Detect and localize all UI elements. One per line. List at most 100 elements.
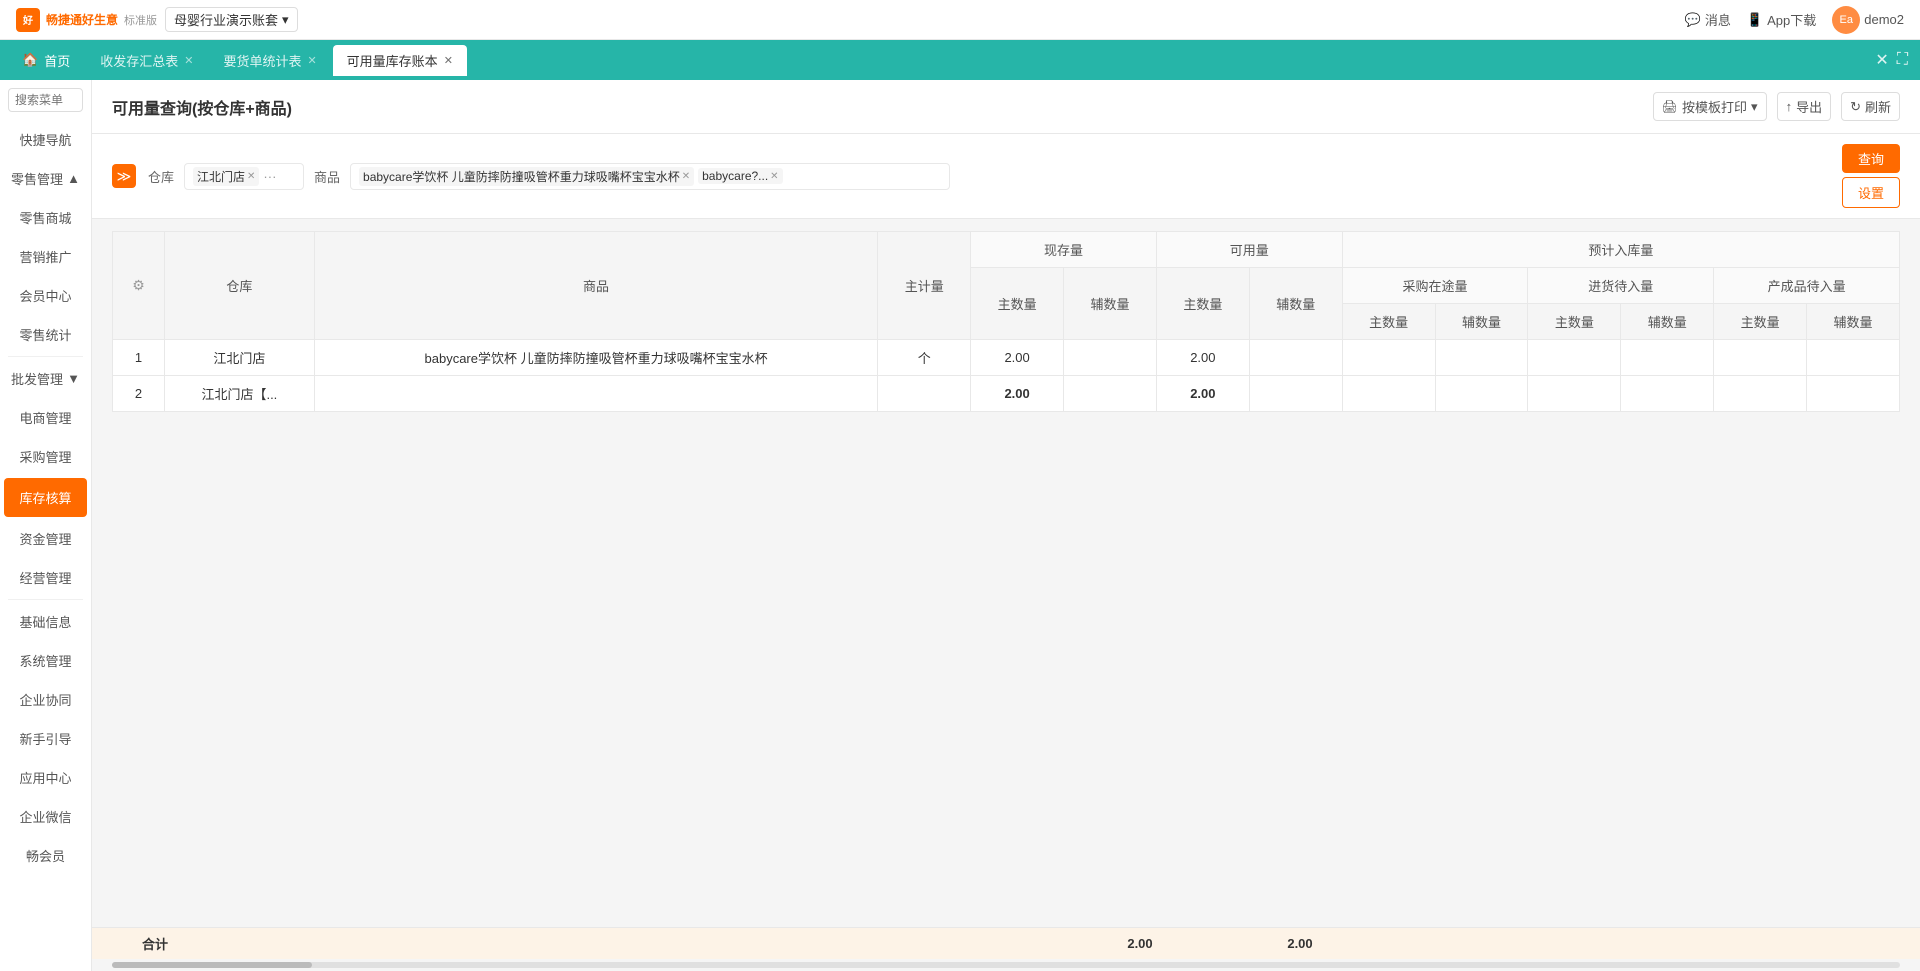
row2-production-main — [1714, 376, 1807, 412]
tab-order-stats[interactable]: 要货单统计表 ✕ — [209, 45, 330, 76]
settings-button[interactable]: 设置 — [1842, 177, 1900, 208]
product-tag-2-close[interactable]: ✕ — [770, 171, 778, 182]
sidebar-item-system-mgmt[interactable]: 系统管理 — [0, 641, 91, 680]
table-settings-icon[interactable]: ⚙ — [132, 277, 145, 293]
search-input[interactable] — [8, 88, 83, 112]
sidebar-item-finance-mgmt[interactable]: 资金管理 — [0, 519, 91, 558]
sidebar-item-purchase-mgmt[interactable]: 采购管理 — [0, 437, 91, 476]
filter-row: 仓库 江北门店 ✕ ··· 商品 babycare学饮杯 儿童防摔防撞吸管杯重力… — [148, 163, 1830, 190]
tab-bar-actions: ✕ ⛶ — [1875, 50, 1908, 70]
table-row: 2 江北门店【... 2.00 2.00 — [113, 376, 1900, 412]
th-current-main-qty: 主数量 — [971, 268, 1064, 340]
page-actions: 🖨 按模板打印 ▾ ↑ 导出 ↻ 刷新 — [1653, 92, 1901, 121]
scroll-thumb[interactable] — [112, 962, 312, 968]
print-chevron-icon: ▾ — [1751, 99, 1758, 115]
footer-arrival-main — [1580, 936, 1660, 951]
warehouse-filter-label: 仓库 — [148, 167, 174, 186]
warehouse-filter-tags[interactable]: 江北门店 ✕ ··· — [184, 163, 304, 190]
row2-purchase-main — [1342, 376, 1435, 412]
product-filter-tags[interactable]: babycare学饮杯 儿童防摔防撞吸管杯重力球吸嘴杯宝宝水杯 ✕ babyca… — [350, 163, 950, 190]
app-icon: 📱 — [1747, 12, 1763, 28]
sidebar-item-enterprise-collab[interactable]: 企业协同 — [0, 680, 91, 719]
user-menu[interactable]: Ea demo2 — [1832, 6, 1904, 34]
product-tag-1-close[interactable]: ✕ — [682, 171, 690, 182]
warehouse-tag-close[interactable]: ✕ — [247, 171, 255, 182]
filter-expand-button[interactable]: ≫ — [112, 164, 136, 188]
tab-receive[interactable]: 收发存汇总表 ✕ — [86, 45, 207, 76]
print-button[interactable]: 🖨 按模板打印 ▾ — [1653, 92, 1767, 121]
sidebar-item-basic-info[interactable]: 基础信息 — [0, 602, 91, 641]
export-button[interactable]: ↑ 导出 — [1777, 92, 1832, 121]
th-current-aux-qty: 辅数量 — [1064, 268, 1157, 340]
logo-area: 好 畅捷通好生意 标准版 — [16, 8, 157, 32]
horizontal-scrollbar[interactable] — [92, 959, 1920, 971]
sidebar-item-retail-mgmt[interactable]: 零售管理 ▲ — [0, 159, 91, 198]
th-warehouse: 仓库 — [164, 232, 314, 340]
refresh-icon: ↻ — [1850, 99, 1861, 115]
sidebar-item-enterprise-wechat[interactable]: 企业微信 — [0, 797, 91, 836]
message-button[interactable]: 💬 消息 — [1685, 10, 1731, 29]
sidebar-item-vip-member[interactable]: 畅会员 — [0, 836, 91, 875]
footer-purchase-main — [1420, 936, 1500, 951]
row1-warehouse: 江北门店 — [164, 340, 314, 376]
tab-available-stock[interactable]: 可用量库存账本 ✕ — [333, 45, 467, 76]
row1-production-aux — [1807, 340, 1900, 376]
sidebar-item-retail-stats[interactable]: 零售统计 — [0, 315, 91, 354]
sidebar-item-ecommerce-mgmt[interactable]: 电商管理 — [0, 398, 91, 437]
th-arrival-aux: 辅数量 — [1621, 304, 1714, 340]
tab-bar: 🏠 首页 收发存汇总表 ✕ 要货单统计表 ✕ 可用量库存账本 ✕ ✕ ⛶ — [0, 40, 1920, 80]
template-badge: 标准版 — [124, 12, 157, 28]
row1-arrival-aux — [1621, 340, 1714, 376]
sidebar-item-member-center[interactable]: 会员中心 — [0, 276, 91, 315]
row1-arrival-main — [1528, 340, 1621, 376]
sidebar-item-inventory-check[interactable]: 库存核算 — [4, 478, 87, 517]
th-product: 商品 — [314, 232, 877, 340]
page-title: 可用量查询(按仓库+商品) — [112, 95, 292, 119]
query-button[interactable]: 查询 — [1842, 144, 1900, 173]
footer-purchase-aux — [1500, 936, 1580, 951]
top-bar-left: 好 畅捷通好生意 标准版 母婴行业演示账套 ▾ — [16, 7, 298, 32]
avatar: Ea — [1832, 6, 1860, 34]
tab-receive-close[interactable]: ✕ — [184, 54, 193, 67]
tab-order-stats-close[interactable]: ✕ — [307, 54, 316, 67]
data-table: ⚙ 仓库 商品 主计量 现存量 可用量 预计入库量 主数量 辅数量 主数量 辅数… — [112, 231, 1900, 412]
th-arrival-pending-group: 进货待入量 — [1528, 268, 1714, 304]
sidebar-item-quick-nav[interactable]: 快捷导航 — [0, 120, 91, 159]
row2-purchase-aux — [1435, 376, 1528, 412]
app-download-button[interactable]: 📱 App下载 — [1747, 10, 1816, 29]
row2-warehouse: 江北门店【... — [164, 376, 314, 412]
refresh-button[interactable]: ↻ 刷新 — [1841, 92, 1900, 121]
tab-minimize-icon[interactable]: ✕ — [1875, 50, 1888, 70]
th-production-aux: 辅数量 — [1807, 304, 1900, 340]
row2-arrival-aux — [1621, 376, 1714, 412]
sidebar-item-app-center[interactable]: 应用中心 — [0, 758, 91, 797]
warehouse-ellipsis[interactable]: ··· — [263, 169, 276, 184]
sidebar-item-new-guide[interactable]: 新手引导 — [0, 719, 91, 758]
sidebar-item-retail-store[interactable]: 零售商城 — [0, 198, 91, 237]
tab-available-stock-close[interactable]: ✕ — [444, 54, 453, 67]
industry-selector[interactable]: 母婴行业演示账套 ▾ — [165, 7, 298, 32]
row1-unit: 个 — [878, 340, 971, 376]
th-planned-in-group: 预计入库量 — [1342, 232, 1899, 268]
logo-icon: 好 — [16, 8, 40, 32]
sidebar-item-operations-mgmt[interactable]: 经营管理 — [0, 558, 91, 597]
filter-area: ≫ 仓库 江北门店 ✕ ··· 商品 babycare学饮杯 儿童防摔防撞吸管杯… — [92, 134, 1920, 219]
footer-available-main: 2.00 — [1260, 936, 1340, 951]
filter-actions: 查询 设置 — [1842, 144, 1900, 208]
th-settings[interactable]: ⚙ — [113, 232, 165, 340]
th-unit: 主计量 — [878, 232, 971, 340]
footer-current-main: 2.00 — [1100, 936, 1180, 951]
export-icon: ↑ — [1786, 99, 1793, 114]
footer-production-main — [1740, 936, 1820, 951]
row2-current-aux — [1064, 376, 1157, 412]
sidebar-search-area — [0, 80, 91, 120]
tab-home[interactable]: 🏠 首页 — [8, 45, 84, 76]
sidebar-item-marketing[interactable]: 营销推广 — [0, 237, 91, 276]
content-area: 可用量查询(按仓库+商品) 🖨 按模板打印 ▾ ↑ 导出 ↻ 刷新 ≫ — [92, 80, 1920, 971]
row1-available-main: 2.00 — [1156, 340, 1249, 376]
row1-current-aux — [1064, 340, 1157, 376]
tab-maximize-icon[interactable]: ⛶ — [1897, 51, 1908, 69]
product-tag-1: babycare学饮杯 儿童防摔防撞吸管杯重力球吸嘴杯宝宝水杯 ✕ — [359, 167, 694, 186]
sidebar-item-wholesale-mgmt[interactable]: 批发管理 ▼ — [0, 359, 91, 398]
footer-label: 合计 — [112, 934, 168, 953]
